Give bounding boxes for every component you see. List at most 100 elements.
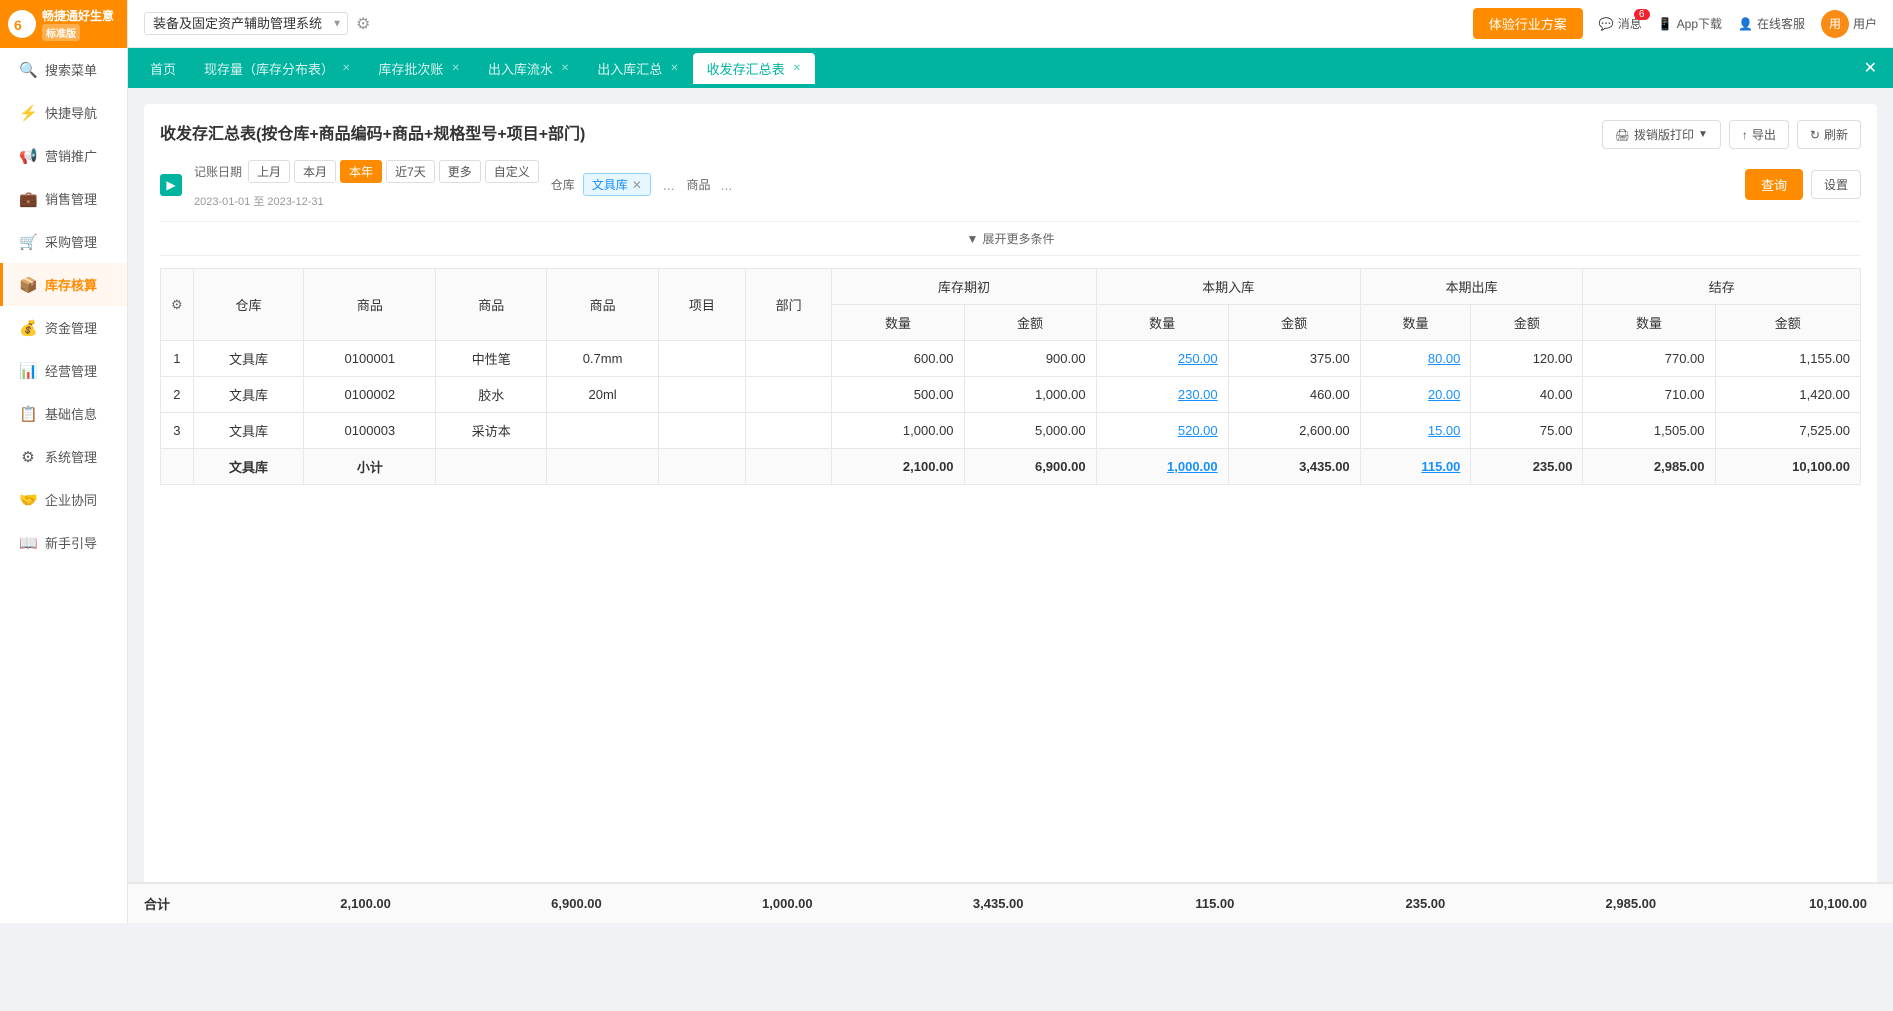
sidebar-item-cooperation[interactable]: 🤝企业协同 [0,478,127,521]
goods-more-dots[interactable]: ... [721,177,733,193]
inventory-icon: 📦 [19,276,37,294]
sidebar-item-label: 搜索菜单 [45,60,97,79]
sidebar-item-sales[interactable]: 💼 销售管理 [0,177,127,220]
gear-icon[interactable]: ⚙ [356,14,370,34]
tab-label: 出入库汇总 [597,59,662,78]
row-in-qty[interactable]: 1,000.00 [1096,449,1228,485]
row-goods [436,449,547,485]
warehouse-more-dots[interactable]: ... [663,177,675,193]
tab-close-icon[interactable]: ✕ [451,63,459,74]
row-out-qty[interactable]: 20.00 [1360,377,1471,413]
out-qty-link[interactable]: 15.00 [1428,423,1461,438]
tab-close-icon[interactable]: ✕ [793,63,801,74]
trial-button[interactable]: 体验行业方案 [1473,8,1583,39]
data-table: ⚙ 仓库 商品 商品 商品 项目 部门 库存期初 本期入库 本期出库 结存 数量… [160,268,1861,485]
row-in-qty[interactable]: 230.00 [1096,377,1228,413]
date-btn-本年[interactable]: 本年 [340,160,382,183]
brand-tag: 标准版 [42,24,80,41]
row-spec: 20ml [547,377,659,413]
tab-close-icon[interactable]: ✕ [561,63,569,74]
sidebar-item-management[interactable]: 📊经营管理 [0,349,127,392]
sidebar-item-finance[interactable]: 💰资金管理 [0,306,127,349]
sidebar-item-basic[interactable]: 📋基础信息 [0,392,127,435]
row-spec [547,449,659,485]
tab-出入库流水[interactable]: 出入库流水✕ [474,53,583,84]
tab-库存批次账[interactable]: 库存批次账 ✕ [364,53,473,84]
sidebar-item-inventory[interactable]: 📦库存核算 [0,263,127,306]
tab-出入库汇总[interactable]: 出入库汇总 ✕ [583,53,692,84]
date-btn-本月[interactable]: 本月 [294,160,336,183]
out-qty-link[interactable]: 115.00 [1421,459,1460,474]
sidebar-item-search[interactable]: 🔍 搜索菜单 [0,48,127,91]
date-btn-近7天[interactable]: 近7天 [386,160,435,183]
row-out-qty[interactable]: 80.00 [1360,341,1471,377]
print-button[interactable]: 🖨 拨销版打印 ▼ [1602,120,1721,149]
system-name-section: 装备及固定资产辅助管理系统 ⚙ [144,12,1457,35]
system-selector-wrap[interactable]: 装备及固定资产辅助管理系统 [144,12,348,35]
sidebar-item-nav[interactable]: ⚡快捷导航 [0,91,127,134]
purchase-icon: 🛒 [19,233,37,251]
app-download-item[interactable]: 📱 App下载 [1658,15,1722,32]
row-bal-amt: 10,100.00 [1715,449,1861,485]
out-qty-link[interactable]: 20.00 [1428,387,1461,402]
sidebar-item-purchase[interactable]: 🛒采购管理 [0,220,127,263]
row-bal-qty: 2,985.00 [1583,449,1715,485]
tab-首页[interactable]: 首页 [136,53,190,84]
user-item[interactable]: 用 用户 [1821,10,1877,38]
basic-icon: 📋 [19,405,37,423]
in-qty-link[interactable]: 520.00 [1178,423,1218,438]
row-in-amt: 460.00 [1228,377,1360,413]
system-selector[interactable]: 装备及固定资产辅助管理系统 [144,12,348,35]
in-qty-link[interactable]: 1,000.00 [1167,459,1218,474]
refresh-button[interactable]: ↻ 刷新 [1797,120,1861,149]
row-out-amt: 75.00 [1471,413,1583,449]
in-qty-link[interactable]: 250.00 [1178,351,1218,366]
col-settings[interactable]: ⚙ [161,269,194,341]
row-index: 2 [161,377,194,413]
filter-toggle-arrow[interactable]: ▶ [160,174,182,196]
sidebar-item-label: 销售管理 [45,189,97,208]
export-button[interactable]: ↑ 导出 [1729,120,1789,149]
sidebar-item-guide[interactable]: 📖新手引导 [0,521,127,564]
col-group-balance: 结存 [1583,269,1861,305]
date-btn-自定义[interactable]: 自定义 [485,160,539,183]
warehouse-tag-close-icon[interactable]: ✕ [632,178,642,192]
row-in-qty[interactable]: 520.00 [1096,413,1228,449]
warehouse-tag[interactable]: 文具库 ✕ [583,173,651,196]
row-project [659,377,746,413]
query-button[interactable]: 查询 [1745,169,1803,200]
close-all-tabs-button[interactable]: ✕ [1856,54,1885,82]
in-qty-link[interactable]: 230.00 [1178,387,1218,402]
table-row: 1 文具库 0100001 中性笔 0.7mm 600.00 900.00 25… [161,341,1861,377]
col-group-opening: 库存期初 [832,269,1096,305]
expand-more-bar[interactable]: ▼ 展开更多条件 [160,221,1861,256]
table-row: 3 文具库 0100003 采访本 1,000.00 5,000.00 520.… [161,413,1861,449]
row-warehouse: 文具库 [193,341,304,377]
tab-close-icon[interactable]: ✕ [670,63,678,74]
tab-label: 库存批次账 [378,59,443,78]
online-service-item[interactable]: 👤 在线客服 [1738,15,1805,32]
out-qty-link[interactable]: 80.00 [1428,351,1461,366]
row-index: 3 [161,413,194,449]
col-in-qty: 数量 [1096,305,1228,341]
sidebar-item-marketing[interactable]: 📢营销推广 [0,134,127,177]
export-icon: ↑ [1742,128,1748,142]
date-btn-上月[interactable]: 上月 [248,160,290,183]
row-goods: 采访本 [436,413,547,449]
row-goods: 胶水 [436,377,547,413]
search-icon: 🔍 [19,61,37,79]
settings-button[interactable]: 设置 [1811,170,1861,199]
tab-现存量（库存分布表）[interactable]: 现存量（库存分布表）✕ [190,53,364,84]
message-icon-item[interactable]: 💬 消息 6 [1599,15,1642,32]
row-out-qty[interactable]: 115.00 [1360,449,1471,485]
row-in-qty[interactable]: 250.00 [1096,341,1228,377]
settings-col-icon[interactable]: ⚙ [171,297,183,312]
tab-close-icon[interactable]: ✕ [342,63,350,74]
row-out-qty[interactable]: 15.00 [1360,413,1471,449]
tab-label: 首页 [150,59,176,78]
sidebar-item-system[interactable]: ⚙系统管理 [0,435,127,478]
tab-收发存汇总表[interactable]: 收发存汇总表✕ [693,53,815,84]
date-btn-更多[interactable]: 更多 [439,160,481,183]
row-in-amt: 2,600.00 [1228,413,1360,449]
sales-icon: 💼 [19,190,37,208]
